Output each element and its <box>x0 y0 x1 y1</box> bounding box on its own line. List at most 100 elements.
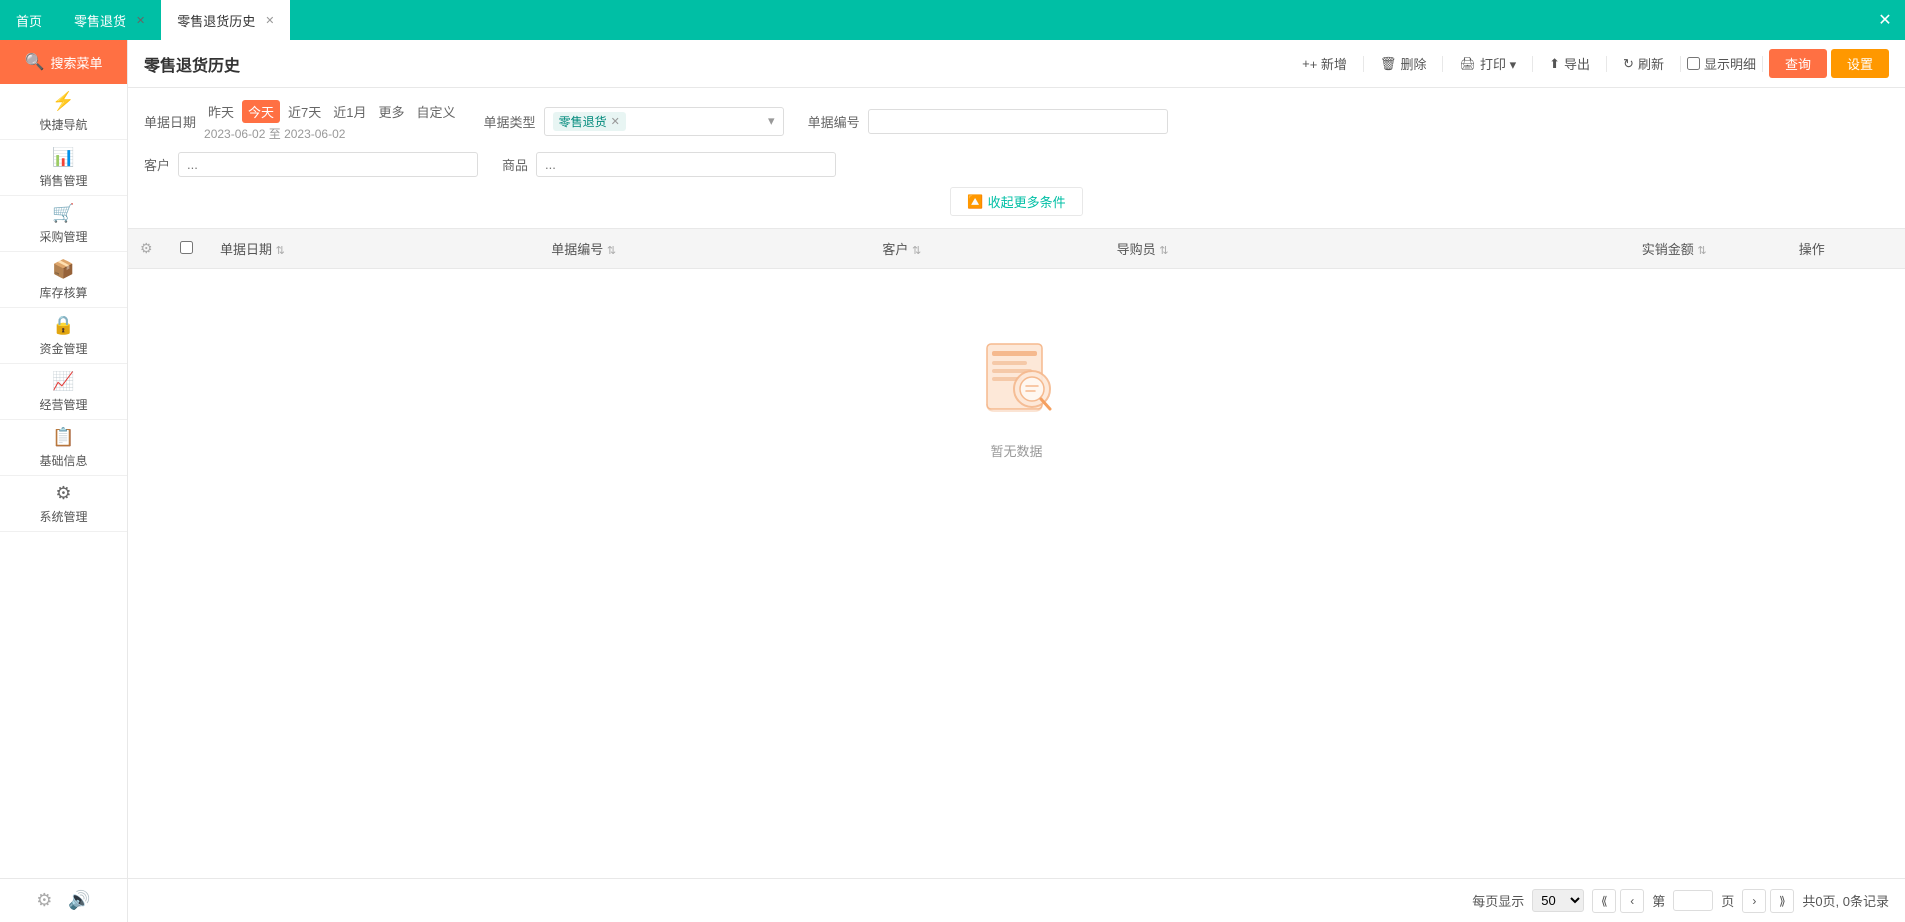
page-size-select[interactable]: 20 50 100 <box>1532 889 1584 912</box>
main-layout: 🔍 搜索菜单 ⚡ 快捷导航 📊 销售管理 🛒 采购管理 📦 库存核算 🔒 资金管… <box>0 40 1905 922</box>
divider2 <box>1442 56 1443 72</box>
customer-label: 客户 <box>144 155 170 174</box>
tab-retail-return-close[interactable]: ✕ <box>136 14 145 27</box>
sidebar-item-inventory[interactable]: 📦 库存核算 <box>0 252 127 308</box>
pagination: 每页显示 20 50 100 ⟪ ‹ 第 1 页 › ⟫ 共0页, 0条记录 <box>128 878 1905 922</box>
page-nav: ⟪ ‹ 第 1 页 › ⟫ <box>1592 889 1794 913</box>
settings-gear-icon[interactable]: ⚙ <box>36 890 52 911</box>
export-icon: ⬆ <box>1549 56 1560 72</box>
system-icon: ⚙ <box>55 483 71 504</box>
page-prev-button[interactable]: ‹ <box>1620 889 1644 913</box>
table-body: 暂无数据 <box>128 269 1905 521</box>
purchase-icon: 🛒 <box>52 203 74 224</box>
print-button[interactable]: 🖨 打印 ▾ <box>1449 50 1526 77</box>
page-unit: 页 <box>1721 891 1734 910</box>
type-tag-close[interactable]: ✕ <box>611 115 620 128</box>
filter-row-1: 单据日期 昨天 今天 近7天 近1月 更多 自定义 2023-06-02 至 2… <box>144 100 1889 142</box>
delete-icon: 🗑 <box>1380 56 1397 72</box>
sidebar-item-operations-label: 经营管理 <box>39 396 87 413</box>
page-title: 零售退货历史 <box>144 52 1280 76</box>
last7days-btn[interactable]: 近7天 <box>284 100 325 123</box>
sidebar-item-quick-nav[interactable]: ⚡ 快捷导航 <box>0 84 127 140</box>
last1month-btn[interactable]: 近1月 <box>329 100 370 123</box>
search-menu-button[interactable]: 🔍 搜索菜单 <box>0 40 127 84</box>
display-toggle[interactable]: 显示明细 <box>1687 54 1756 73</box>
customer-input[interactable] <box>178 152 478 177</box>
query-button[interactable]: 查询 <box>1769 49 1827 78</box>
sidebar-item-basic-info-label: 基础信息 <box>39 452 87 469</box>
tab-retail-return[interactable]: 零售退货 ✕ <box>58 0 161 40</box>
new-icon: + <box>1302 56 1310 71</box>
more-btn[interactable]: 更多 <box>375 100 409 123</box>
today-btn[interactable]: 今天 <box>242 100 280 123</box>
voucher-filter: 单据编号 <box>808 109 1168 134</box>
date-filter: 单据日期 昨天 今天 近7天 近1月 更多 自定义 2023-06-02 至 2… <box>144 100 460 142</box>
col-customer[interactable]: 客户 <box>870 229 1104 269</box>
sidebar-item-operations[interactable]: 📈 经营管理 <box>0 364 127 420</box>
sidebar-item-inventory-label: 库存核算 <box>39 284 87 301</box>
col-amount[interactable]: 实销金额 <box>1387 229 1718 269</box>
yesterday-btn[interactable]: 昨天 <box>204 100 238 123</box>
date-shortcuts: 昨天 今天 近7天 近1月 更多 自定义 <box>204 100 460 123</box>
table-check-header <box>168 229 208 269</box>
empty-illustration <box>967 329 1067 429</box>
settings-button[interactable]: 设置 <box>1831 49 1889 78</box>
basic-info-icon: 📋 <box>52 427 74 448</box>
tab-retail-return-history-label: 零售退货历史 <box>177 11 255 30</box>
empty-state-cell: 暂无数据 <box>128 269 1905 521</box>
type-label: 单据类型 <box>484 112 536 131</box>
table-settings-icon[interactable]: ⚙ <box>140 240 153 256</box>
table-header-row: ⚙ 单据日期 单据编号 客户 <box>128 229 1905 269</box>
page-next-button[interactable]: › <box>1742 889 1766 913</box>
col-actions-label: 操作 <box>1799 242 1825 257</box>
tab-home[interactable]: 首页 <box>0 0 58 40</box>
sidebar-item-sales-label: 销售管理 <box>39 172 87 189</box>
col-guide[interactable]: 导购员 <box>1105 229 1388 269</box>
page-label: 第 <box>1652 891 1665 910</box>
goods-input[interactable] <box>536 152 836 177</box>
page-last-button[interactable]: ⟫ <box>1770 889 1794 913</box>
col-guide-label: 导购员 <box>1117 242 1156 257</box>
sidebar-item-basic-info[interactable]: 📋 基础信息 <box>0 420 127 476</box>
refresh-button[interactable]: ↻ 刷新 <box>1613 50 1674 77</box>
search-icon: 🔍 <box>25 52 45 72</box>
col-voucher-no[interactable]: 单据编号 <box>539 229 870 269</box>
sidebar-item-purchase-label: 采购管理 <box>39 228 87 245</box>
type-select-arrow: ▾ <box>768 113 775 129</box>
settings-label: 设置 <box>1847 57 1873 72</box>
quick-nav-icon: ⚡ <box>52 91 74 112</box>
inventory-icon: 📦 <box>52 259 74 280</box>
delete-button[interactable]: 🗑 删除 <box>1370 50 1437 77</box>
header-actions: + + 新增 🗑 删除 🖨 打印 ▾ ⬆ 导出 <box>1292 49 1889 78</box>
sidebar-item-system-label: 系统管理 <box>39 508 87 525</box>
voucher-input[interactable] <box>868 109 1168 134</box>
type-filter: 单据类型 零售退货 ✕ ▾ <box>484 107 784 136</box>
sidebar-item-system-mgmt[interactable]: ⚙ 系统管理 <box>0 476 127 532</box>
top-bar: 首页 零售退货 ✕ 零售退货历史 ✕ ✕ <box>0 0 1905 40</box>
sales-icon: 📊 <box>52 147 74 168</box>
col-date-label: 单据日期 <box>220 242 272 257</box>
search-menu-label: 搜索菜单 <box>50 53 102 72</box>
sidebar-bottom: ⚙ 🔊 <box>0 878 127 922</box>
select-all-checkbox[interactable] <box>180 241 193 254</box>
display-toggle-checkbox[interactable] <box>1687 57 1700 70</box>
new-button[interactable]: + + 新增 <box>1292 50 1357 77</box>
custom-btn[interactable]: 自定义 <box>413 100 460 123</box>
sidebar-item-purchase-mgmt[interactable]: 🛒 采购管理 <box>0 196 127 252</box>
page-input[interactable]: 1 <box>1673 890 1713 911</box>
collapse-button[interactable]: 🔼 收起更多条件 <box>950 187 1082 216</box>
tab-retail-return-label: 零售退货 <box>74 11 126 30</box>
export-button[interactable]: ⬆ 导出 <box>1539 50 1600 77</box>
type-select[interactable]: 零售退货 ✕ ▾ <box>544 107 784 136</box>
window-close-button[interactable]: ✕ <box>1865 0 1905 40</box>
sidebar-item-sales-mgmt[interactable]: 📊 销售管理 <box>0 140 127 196</box>
empty-state-row: 暂无数据 <box>128 269 1905 521</box>
page-first-button[interactable]: ⟪ <box>1592 889 1616 913</box>
tab-retail-return-history[interactable]: 零售退货历史 ✕ <box>161 0 290 40</box>
tab-retail-return-history-close[interactable]: ✕ <box>265 14 274 27</box>
collapse-label: 收起更多条件 <box>988 192 1066 211</box>
page-header: 零售退货历史 + + 新增 🗑 删除 🖨 打印 ▾ ⬆ <box>128 40 1905 88</box>
volume-icon[interactable]: 🔊 <box>68 890 90 911</box>
col-date[interactable]: 单据日期 <box>208 229 539 269</box>
sidebar-item-finance[interactable]: 🔒 资金管理 <box>0 308 127 364</box>
